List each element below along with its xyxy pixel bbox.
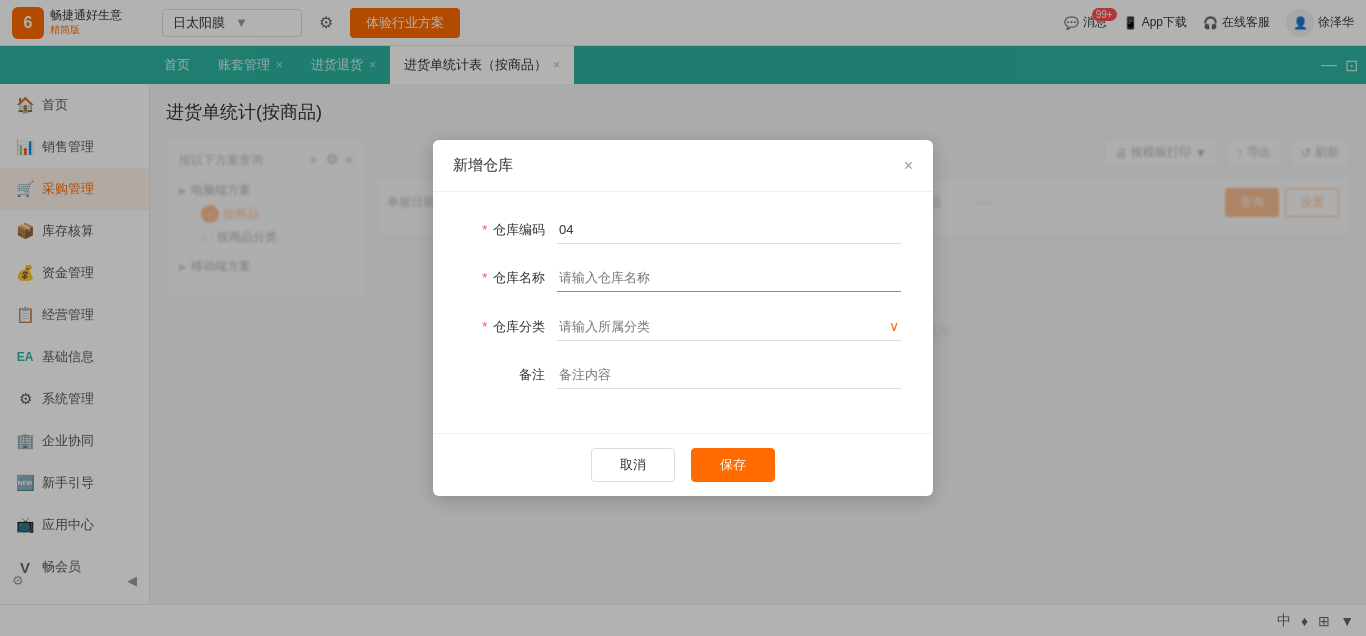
form-row-remark: 备注 (465, 361, 901, 389)
add-warehouse-dialog: 新增仓库 × * 仓库编码 * 仓库名称 (433, 140, 933, 496)
warehouse-name-input[interactable] (557, 264, 901, 292)
form-row-name: * 仓库名称 (465, 264, 901, 292)
category-select-row: ∨ (557, 312, 901, 341)
remark-label: 备注 (465, 366, 545, 384)
dialog-footer: 取消 保存 (433, 433, 933, 496)
category-chevron-icon[interactable]: ∨ (889, 318, 899, 334)
dialog-body: * 仓库编码 * 仓库名称 * 仓库分类 (433, 192, 933, 433)
cancel-button[interactable]: 取消 (591, 448, 675, 482)
save-button[interactable]: 保存 (691, 448, 775, 482)
dialog-header: 新增仓库 × (433, 140, 933, 192)
category-input[interactable] (559, 319, 889, 334)
form-row-code: * 仓库编码 (465, 216, 901, 244)
code-label: * 仓库编码 (465, 221, 545, 239)
form-row-category: * 仓库分类 ∨ (465, 312, 901, 341)
modal-overlay[interactable]: 新增仓库 × * 仓库编码 * 仓库名称 (0, 0, 1366, 636)
dialog-close-button[interactable]: × (904, 157, 913, 175)
category-label: * 仓库分类 (465, 318, 545, 336)
remark-input[interactable] (557, 361, 901, 389)
dialog-title: 新增仓库 (453, 156, 513, 175)
warehouse-code-input[interactable] (557, 216, 901, 244)
name-label: * 仓库名称 (465, 269, 545, 287)
